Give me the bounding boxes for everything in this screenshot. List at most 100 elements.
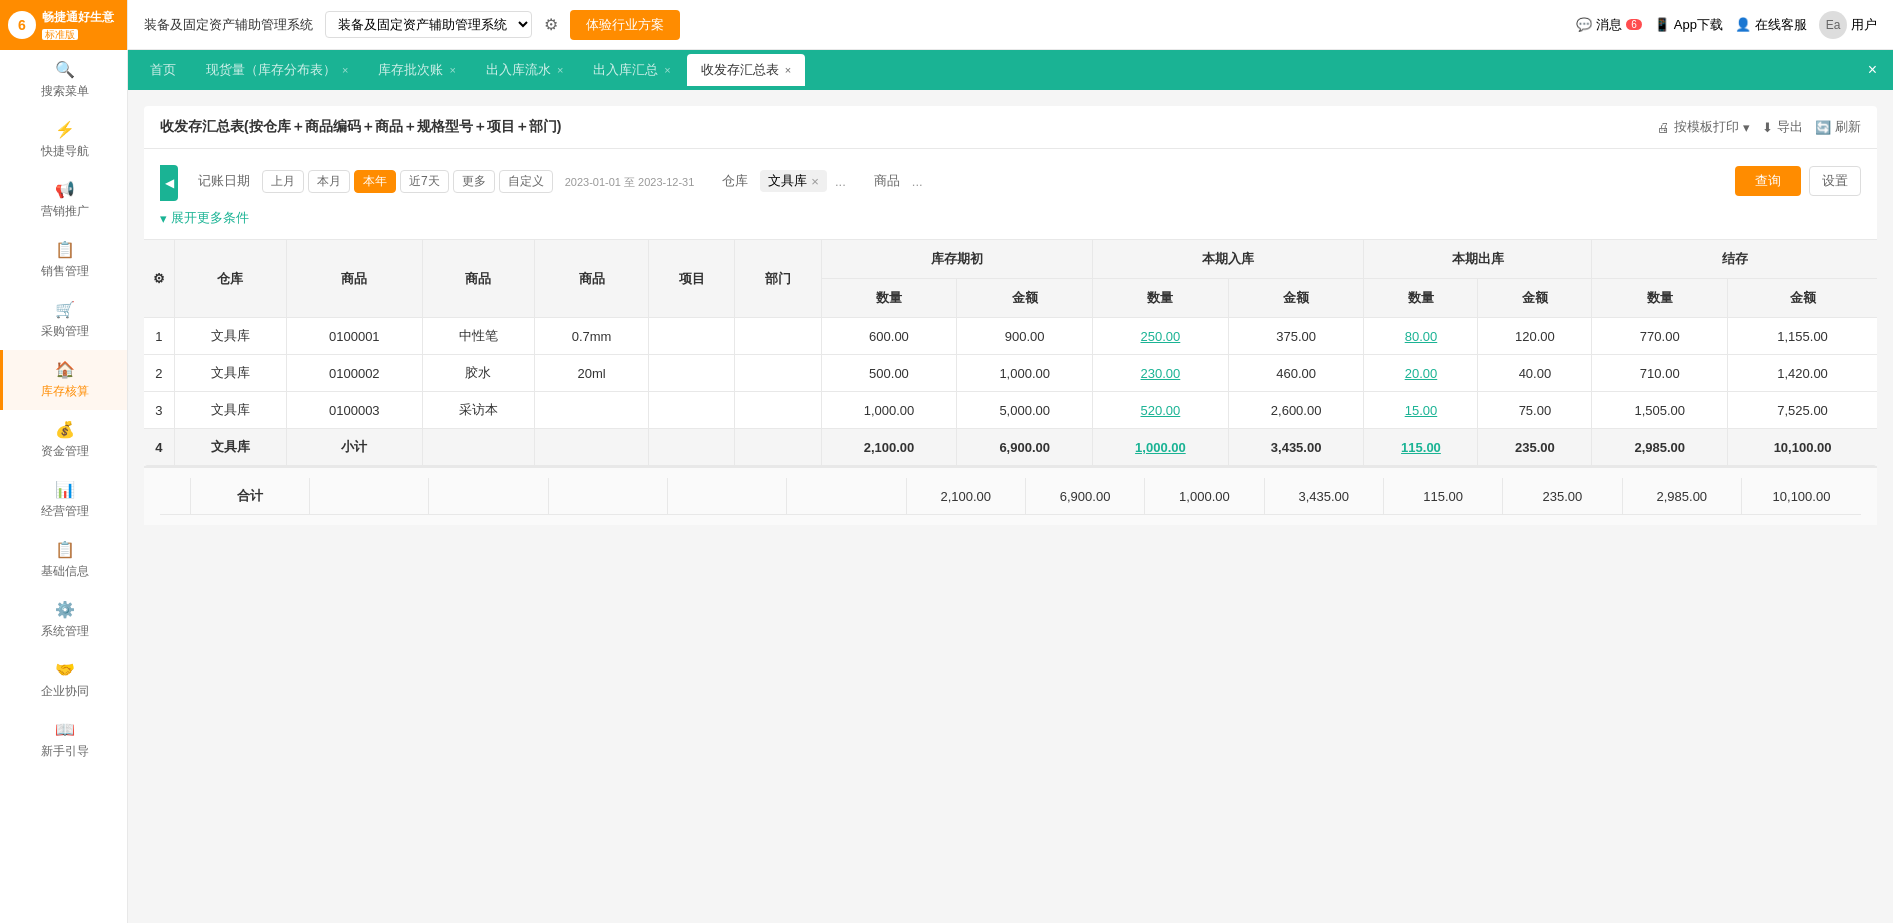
row1-num: 1: [144, 318, 174, 355]
row2-in-amt: 460.00: [1228, 355, 1364, 392]
sidebar-label-enterprise: 企业协同: [41, 683, 89, 700]
data-table-wrapper: ⚙ 仓库 商品 商品 商品 项目 部门 库存期初 本期入库 本期出库 结存: [144, 240, 1877, 466]
page-title: 收发存汇总表(按仓库＋商品编码＋商品＋规格型号＋项目＋部门): [160, 118, 561, 136]
row3-out-qty[interactable]: 15.00: [1364, 392, 1478, 429]
row3-in-qty[interactable]: 520.00: [1093, 392, 1229, 429]
purchase-icon: 🛒: [55, 300, 75, 319]
sidebar-label-finance: 资金管理: [41, 443, 89, 460]
row3-in-amt: 2,600.00: [1228, 392, 1364, 429]
row3-close-qty: 1,505.00: [1592, 392, 1728, 429]
date-btn-this-year[interactable]: 本年: [354, 170, 396, 193]
row1-open-amt: 900.00: [957, 318, 1093, 355]
date-btn-more[interactable]: 更多: [453, 170, 495, 193]
sidebar-label-sales: 销售管理: [41, 263, 89, 280]
subtotal-close-amt: 10,100.00: [1728, 429, 1877, 466]
tab-inventory-dist-close[interactable]: ×: [342, 64, 348, 76]
product-more[interactable]: ...: [912, 174, 923, 189]
row2-open-amt: 1,000.00: [957, 355, 1093, 392]
filter-row: ◀ 记账日期 上月 本月 本年 近7天 更多 自定义 2023-01-01 至 …: [160, 161, 1861, 201]
warehouse-tag-close[interactable]: ×: [811, 174, 819, 189]
th-out-group: 本期出库: [1364, 240, 1592, 279]
system-selector[interactable]: 装备及固定资产辅助管理系统: [325, 11, 532, 38]
tab-inout-flow[interactable]: 出入库流水 ×: [472, 54, 577, 86]
tabbar-close-all[interactable]: ×: [1860, 61, 1885, 79]
tab-inout-flow-close[interactable]: ×: [557, 64, 563, 76]
collapse-btn[interactable]: ◀: [160, 165, 178, 201]
sidebar-label-search: 搜索菜单: [41, 83, 89, 100]
sidebar-item-sales[interactable]: 📋 销售管理: [0, 230, 127, 290]
subtotal-in-qty[interactable]: 1,000.00: [1093, 429, 1229, 466]
tab-batch[interactable]: 库存批次账 ×: [364, 54, 469, 86]
user-btn[interactable]: Ea 用户: [1819, 11, 1877, 39]
print-icon: 🖨: [1657, 120, 1670, 135]
print-btn[interactable]: 🖨 按模板打印 ▾: [1657, 118, 1750, 136]
total-in-amt: 3,435.00: [1264, 478, 1383, 515]
subtotal-in-amt: 3,435.00: [1228, 429, 1364, 466]
row3-name: 采访本: [422, 392, 534, 429]
sidebar-item-finance[interactable]: 💰 资金管理: [0, 410, 127, 470]
exp-btn[interactable]: 体验行业方案: [570, 10, 680, 40]
tab-recv-send[interactable]: 收发存汇总表 ×: [687, 54, 805, 86]
row1-out-qty[interactable]: 80.00: [1364, 318, 1478, 355]
tab-batch-close[interactable]: ×: [449, 64, 455, 76]
tab-inout-summary-close[interactable]: ×: [664, 64, 670, 76]
sidebar-label-basic: 基础信息: [41, 563, 89, 580]
subtotal-out-amt: 235.00: [1478, 429, 1592, 466]
sidebar-nav: 🔍 搜索菜单 ⚡ 快捷导航 📢 营销推广 📋 销售管理 🛒 采购管理 🏠 库存核…: [0, 50, 127, 923]
sidebar-item-basic[interactable]: 📋 基础信息: [0, 530, 127, 590]
tabbar: 首页 现货量（库存分布表） × 库存批次账 × 出入库流水 × 出入库汇总 × …: [128, 50, 1893, 90]
export-icon: ⬇: [1762, 120, 1773, 135]
warehouse-label: 仓库: [722, 172, 748, 190]
settings-icon[interactable]: ⚙: [153, 271, 165, 286]
th-open-qty: 数量: [821, 279, 957, 318]
sidebar-item-operations[interactable]: 📊 经营管理: [0, 470, 127, 530]
logo-icon: 6: [8, 11, 36, 39]
sidebar-item-guide[interactable]: 📖 新手引导: [0, 710, 127, 770]
refresh-btn[interactable]: 🔄 刷新: [1815, 118, 1861, 136]
date-btn-last-month[interactable]: 上月: [262, 170, 304, 193]
sidebar-item-inventory[interactable]: 🏠 库存核算: [0, 350, 127, 410]
row1-project: [648, 318, 734, 355]
sidebar-item-enterprise[interactable]: 🤝 企业协同: [0, 650, 127, 710]
row3-spec: [535, 392, 649, 429]
sidebar-item-system[interactable]: ⚙️ 系统管理: [0, 590, 127, 650]
total-out-qty: 115.00: [1383, 478, 1502, 515]
th-in-group: 本期入库: [1093, 240, 1364, 279]
date-btn-custom[interactable]: 自定义: [499, 170, 553, 193]
tab-home[interactable]: 首页: [136, 54, 190, 86]
row2-out-qty[interactable]: 20.00: [1364, 355, 1478, 392]
topbar: 装备及固定资产辅助管理系统 装备及固定资产辅助管理系统 ⚙ 体验行业方案 💬 消…: [128, 0, 1893, 50]
th-close-amt: 金额: [1728, 279, 1877, 318]
th-settings[interactable]: ⚙: [144, 240, 174, 318]
row1-spec: 0.7mm: [535, 318, 649, 355]
gear-icon[interactable]: ⚙: [544, 15, 558, 34]
table-row: 3 文具库 0100003 采访本 1,000.00 5,000.00 520.…: [144, 392, 1877, 429]
row2-close-amt: 1,420.00: [1728, 355, 1877, 392]
set-button[interactable]: 设置: [1809, 166, 1861, 196]
row3-dept: [735, 392, 821, 429]
online-service-btn[interactable]: 👤 在线客服: [1735, 16, 1807, 34]
row1-in-qty[interactable]: 250.00: [1093, 318, 1229, 355]
quick-icon: ⚡: [55, 120, 75, 139]
row2-in-qty[interactable]: 230.00: [1093, 355, 1229, 392]
expand-conditions-btn[interactable]: ▾ 展开更多条件: [160, 209, 1861, 227]
sidebar-item-search[interactable]: 🔍 搜索菜单: [0, 50, 127, 110]
app-logo: 6 畅捷通好生意 标准版: [0, 0, 127, 50]
sidebar-item-marketing[interactable]: 📢 营销推广: [0, 170, 127, 230]
tab-inout-summary[interactable]: 出入库汇总 ×: [579, 54, 684, 86]
tab-inventory-dist[interactable]: 现货量（库存分布表） ×: [192, 54, 362, 86]
query-button[interactable]: 查询: [1735, 166, 1801, 196]
subtotal-row: 4 文具库 小计 2,100.00 6,900.00 1,000.00 3,43…: [144, 429, 1877, 466]
date-btn-7days[interactable]: 近7天: [400, 170, 449, 193]
sidebar-item-purchase[interactable]: 🛒 采购管理: [0, 290, 127, 350]
date-btn-this-month[interactable]: 本月: [308, 170, 350, 193]
app-download-btn[interactable]: 📱 App下载: [1654, 16, 1723, 34]
subtotal-out-qty[interactable]: 115.00: [1364, 429, 1478, 466]
warehouse-tag: 文具库 ×: [760, 170, 827, 192]
message-btn[interactable]: 💬 消息 6: [1576, 16, 1642, 34]
export-btn[interactable]: ⬇ 导出: [1762, 118, 1803, 136]
tab-recv-send-close[interactable]: ×: [785, 64, 791, 76]
sidebar-item-quick[interactable]: ⚡ 快捷导航: [0, 110, 127, 170]
row3-out-amt: 75.00: [1478, 392, 1592, 429]
warehouse-more[interactable]: ...: [835, 174, 846, 189]
